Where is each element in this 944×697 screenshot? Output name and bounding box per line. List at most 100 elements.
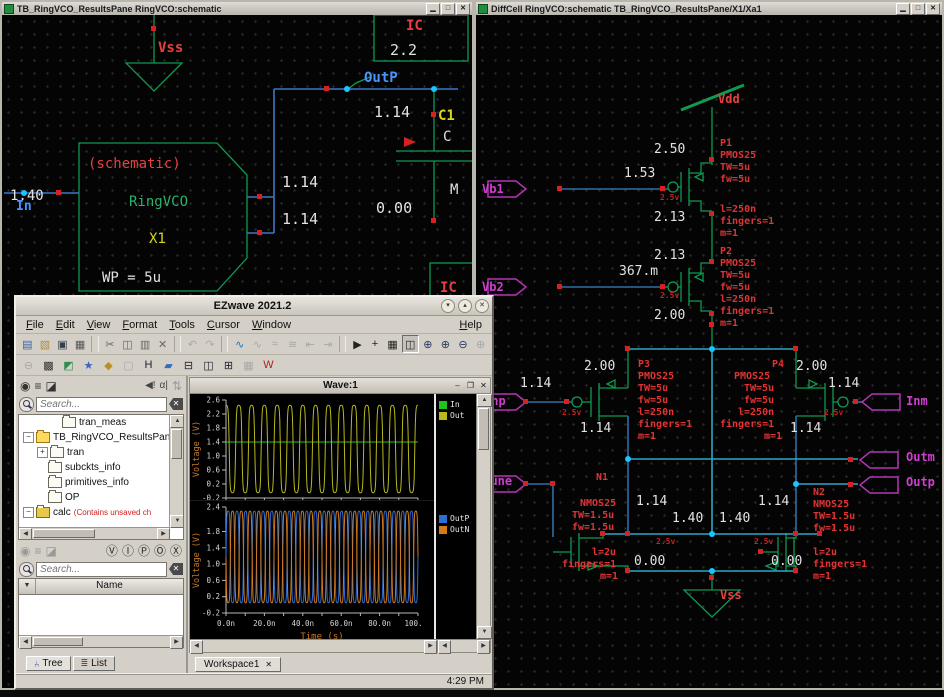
search-icon[interactable]: [19, 562, 34, 577]
close-icon[interactable]: ✕: [477, 381, 490, 390]
workspace-tab[interactable]: Workspace1 ✕: [195, 657, 281, 672]
tree-item-tran[interactable]: +tran: [19, 445, 170, 460]
maximize-icon[interactable]: □: [441, 3, 455, 15]
legend-entry-outp[interactable]: OutP: [439, 514, 476, 523]
tree-item-subckts_info[interactable]: subckts_info: [19, 460, 170, 475]
search-icon[interactable]: [19, 397, 34, 412]
mirror-icon[interactable]: ⇅: [172, 379, 182, 393]
wave-horizontal-scrollbar[interactable]: ◀ ▶: [190, 640, 437, 652]
tree-item-primitives_info[interactable]: primitives_info: [19, 475, 170, 490]
tab-list[interactable]: ≣List: [73, 656, 115, 671]
top-plot[interactable]: 2.62.21.81.41.00.60.2-0.2Voltage (V): [190, 394, 422, 500]
grid-icon[interactable]: ▦: [384, 335, 401, 353]
stack-signal-icon[interactable]: ≋: [284, 335, 301, 353]
clear-search-icon[interactable]: ✕: [169, 398, 183, 410]
duplicate-icon[interactable]: ◪: [46, 544, 57, 558]
calculator-icon[interactable]: ★: [79, 356, 98, 374]
maximize-icon[interactable]: ▴: [458, 299, 472, 313]
wave-plots[interactable]: 2.62.21.81.41.00.60.2-0.2Voltage (V) 2.4…: [190, 394, 434, 639]
analysis-icon[interactable]: ◆: [99, 356, 118, 374]
zoom-out-icon[interactable]: ⊖: [455, 335, 472, 353]
expression-filter-icon[interactable]: Ⓧ: [170, 542, 182, 559]
results-search-input[interactable]: [36, 562, 167, 577]
right-window-titlebar[interactable]: DiffCell RingVCO:schematic TB_RingVCO_Re…: [476, 2, 942, 15]
scroll-up-icon[interactable]: ▲: [170, 415, 184, 428]
alpha-filter-icon[interactable]: α|: [160, 380, 168, 391]
cursor-h-icon[interactable]: H: [139, 356, 158, 374]
tree-vertical-scrollbar[interactable]: ▲ ▼: [169, 415, 183, 528]
scroll-left-icon[interactable]: ◀: [438, 640, 451, 654]
power-filter-icon[interactable]: Ⓟ: [138, 542, 150, 559]
find-icon[interactable]: ◉: [20, 544, 30, 558]
tile-grid-icon[interactable]: ⊞: [219, 356, 238, 374]
menu-help[interactable]: Help: [453, 318, 488, 332]
find-icon[interactable]: ◉: [20, 379, 30, 393]
close-icon[interactable]: ✕: [475, 299, 489, 313]
window-layout-icon[interactable]: ▦: [239, 356, 258, 374]
menu-tools[interactable]: Tools: [163, 318, 201, 332]
expander-icon[interactable]: −: [23, 432, 34, 443]
open-session-icon[interactable]: ▧: [37, 335, 54, 353]
scroll-right-icon[interactable]: ▶: [157, 528, 170, 540]
scroll-up-icon[interactable]: ▲: [477, 394, 492, 407]
menu-format[interactable]: Format: [116, 318, 163, 332]
results-horizontal-scrollbar[interactable]: ◀ ▶: [19, 635, 183, 647]
menu-edit[interactable]: Edit: [50, 318, 81, 332]
other-filter-icon[interactable]: Ⓞ: [154, 542, 166, 559]
maximize-icon[interactable]: ❐: [464, 381, 477, 390]
save-icon[interactable]: ▣: [54, 335, 71, 353]
sound-icon[interactable]: ◀!: [145, 380, 155, 391]
split-view-icon[interactable]: ◫: [402, 335, 419, 353]
legend-entry-outn[interactable]: OutN: [439, 525, 476, 534]
name-column-header[interactable]: Name: [36, 579, 183, 594]
menu-view[interactable]: View: [81, 318, 117, 332]
measure-icon[interactable]: ◩: [59, 356, 78, 374]
tile-horizontal-icon[interactable]: ⊟: [179, 356, 198, 374]
hierarchy-icon[interactable]: ≡: [34, 544, 41, 558]
expander-icon[interactable]: +: [37, 447, 48, 458]
filter-dropdown-icon[interactable]: ▼: [19, 579, 36, 594]
current-filter-icon[interactable]: Ⓘ: [122, 542, 134, 559]
scroll-right-icon[interactable]: ▶: [424, 640, 437, 654]
scroll-down-icon[interactable]: ▼: [477, 626, 492, 639]
next-signal-icon[interactable]: ⇥: [319, 335, 336, 353]
delete-icon[interactable]: ✕: [154, 335, 171, 353]
tree-item-calc[interactable]: −calc(Contains unsaved ch: [19, 505, 170, 520]
hierarchy-icon[interactable]: ≡: [34, 379, 41, 393]
copy-icon[interactable]: ◫: [119, 335, 136, 353]
wave-window-titlebar[interactable]: Wave:1 –❐✕: [189, 377, 491, 394]
zoom-area-icon[interactable]: ⊕: [472, 335, 489, 353]
results-list[interactable]: ◀ ▶: [18, 594, 184, 648]
zoom-cursor-icon[interactable]: ⊖: [19, 356, 38, 374]
overlay-signal-icon[interactable]: ≈: [267, 335, 284, 353]
minimize-icon[interactable]: ▾: [441, 299, 455, 313]
taskbar[interactable]: [0, 690, 944, 697]
voltage-filter-icon[interactable]: Ⓥ: [106, 542, 118, 559]
add-waveform-icon[interactable]: ∿: [231, 335, 248, 353]
scroll-left-icon[interactable]: ◀: [19, 636, 32, 649]
maximize-icon[interactable]: □: [911, 3, 925, 15]
scroll-right-icon[interactable]: ▶: [170, 636, 183, 649]
prev-signal-icon[interactable]: ⇤: [302, 335, 319, 353]
close-icon[interactable]: ✕: [926, 3, 940, 15]
bottom-plot[interactable]: 2.41.81.41.00.60.2-0.20.0n20.0n40.0n60.0…: [190, 501, 422, 639]
move-icon[interactable]: +: [367, 335, 384, 353]
menu-cursor[interactable]: Cursor: [201, 318, 246, 332]
legend-entry-in[interactable]: In: [439, 400, 476, 409]
signals-search-input[interactable]: [36, 397, 167, 412]
tree-item-tran_meas[interactable]: tran_meas: [19, 415, 170, 430]
tab-tree[interactable]: ⑃Tree: [26, 656, 71, 671]
scroll-left-icon[interactable]: ◀: [19, 528, 32, 540]
scroll-right-icon[interactable]: ▶: [477, 640, 490, 654]
report-icon[interactable]: ▢: [119, 356, 138, 374]
tree-horizontal-scrollbar[interactable]: ◀ ▶: [19, 527, 170, 539]
print-icon[interactable]: ▦: [72, 335, 89, 353]
expander-icon[interactable]: −: [23, 507, 34, 518]
pan-icon[interactable]: ▶: [349, 335, 366, 353]
right-schematic-canvas[interactable]: VddP1PMOS25TW=5ufw=5ul=250nfingers=1m=12…: [476, 15, 942, 688]
minimize-icon[interactable]: ▁: [426, 3, 440, 15]
ezwave-titlebar[interactable]: EZwave 2021.2 ▾▴✕: [16, 297, 492, 316]
results-table-header[interactable]: ▼ Name: [18, 578, 184, 594]
tile-vertical-icon[interactable]: ◫: [199, 356, 218, 374]
scroll-left-icon[interactable]: ◀: [190, 640, 203, 654]
